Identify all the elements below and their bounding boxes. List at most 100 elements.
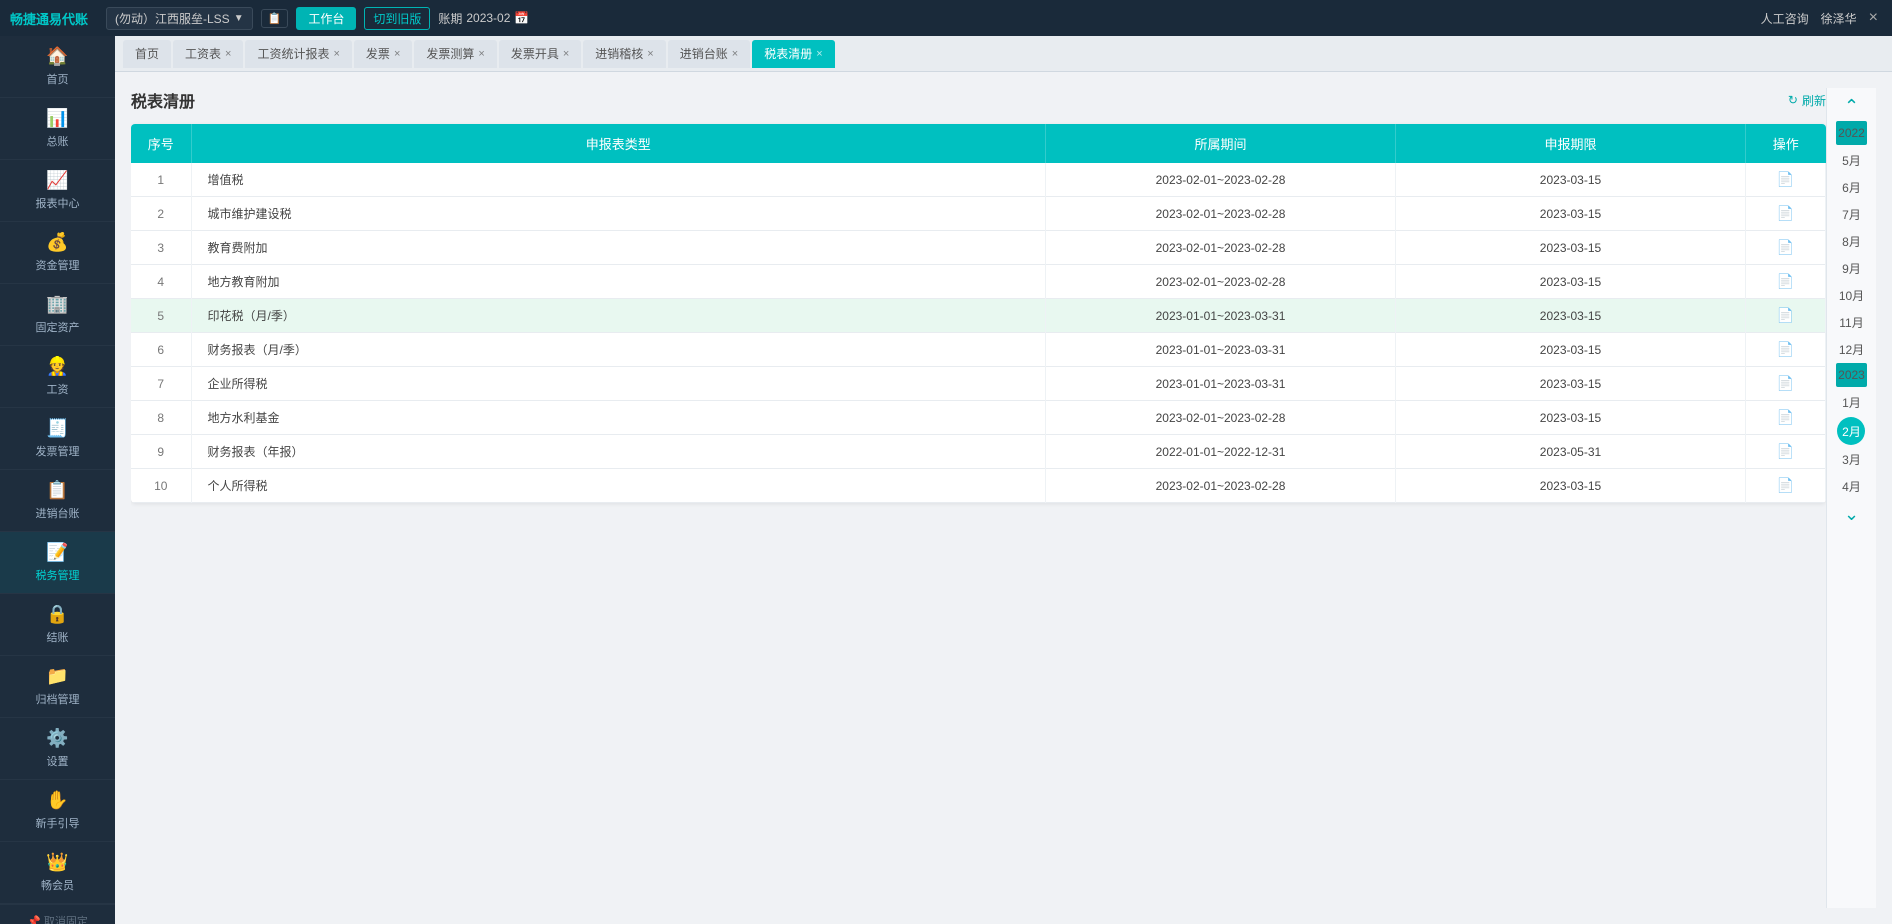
cell-action-6[interactable]: 📄 xyxy=(1746,367,1826,401)
cell-action-1[interactable]: 📄 xyxy=(1746,197,1826,231)
action-icon-0[interactable]: 📄 xyxy=(1777,171,1794,187)
action-icon-5[interactable]: 📄 xyxy=(1777,341,1794,357)
month-9月[interactable]: 9月 xyxy=(1836,255,1867,282)
table-row: 8 地方水利基金 2023-02-01~2023-02-28 2023-03-1… xyxy=(131,401,1826,435)
cell-action-2[interactable]: 📄 xyxy=(1746,231,1826,265)
month-10月[interactable]: 10月 xyxy=(1836,282,1867,309)
cell-action-5[interactable]: 📄 xyxy=(1746,333,1826,367)
cell-action-3[interactable]: 📄 xyxy=(1746,265,1826,299)
chevron-down-icon: ▼ xyxy=(234,13,244,24)
sidebar-item-tax[interactable]: 📝税务管理 xyxy=(0,532,115,594)
month-3月[interactable]: 3月 xyxy=(1836,446,1867,473)
sidebar-item-invoice-mgmt[interactable]: 🧾发票管理 xyxy=(0,408,115,470)
tab-close-purchase-check[interactable]: × xyxy=(647,48,653,60)
year-2022-label: 2022 xyxy=(1836,121,1867,145)
cell-action-8[interactable]: 📄 xyxy=(1746,435,1826,469)
tab-purchase-ledger[interactable]: 进销台账 × xyxy=(668,40,750,68)
cell-type-4: 印花税（月/季） xyxy=(191,299,1046,333)
sidebar-item-ledger[interactable]: 📊总账 xyxy=(0,98,115,160)
sidebar-item-reports[interactable]: 📈报表中心 xyxy=(0,160,115,222)
member-icon: 👑 xyxy=(46,852,68,873)
switch-old-button[interactable]: 切到旧版 xyxy=(364,7,430,30)
table-header-row: 序号 申报表类型 所属期间 申报期限 操作 xyxy=(131,124,1826,163)
cell-action-9[interactable]: 📄 xyxy=(1746,469,1826,503)
invoice-mgmt-icon: 🧾 xyxy=(46,418,68,439)
month-6月[interactable]: 6月 xyxy=(1836,174,1867,201)
tab-invoice-open[interactable]: 发票开具× xyxy=(499,40,581,68)
cell-type-5: 财务报表（月/季） xyxy=(191,333,1046,367)
month-1月[interactable]: 1月 xyxy=(1836,389,1867,416)
tab-close-payroll-report[interactable]: × xyxy=(333,48,339,60)
month-12月[interactable]: 12月 xyxy=(1836,336,1867,363)
cell-deadline-3: 2023-03-15 xyxy=(1396,265,1746,299)
sidebar-item-member[interactable]: 👑畅会员 xyxy=(0,842,115,904)
cell-no-1: 2 xyxy=(131,197,191,231)
human-consult[interactable]: 人工咨询 xyxy=(1761,10,1809,27)
action-icon-4[interactable]: 📄 xyxy=(1777,307,1794,323)
action-icon-2[interactable]: 📄 xyxy=(1777,239,1794,255)
action-icon-1[interactable]: 📄 xyxy=(1777,205,1794,221)
action-icon-7[interactable]: 📄 xyxy=(1777,409,1794,425)
tab-label-purchase-ledger: 进销台账 xyxy=(680,45,728,62)
calendar-down-icon[interactable]: ⌄ xyxy=(1840,500,1863,529)
sidebar-unpin-button[interactable]: 📌 取消固定 xyxy=(0,904,115,924)
sidebar-item-payroll[interactable]: 👷工资 xyxy=(0,346,115,408)
tab-invoice-check[interactable]: 发票测算× xyxy=(414,40,496,68)
cell-type-1: 城市维护建设税 xyxy=(191,197,1046,231)
sidebar-item-archive[interactable]: 📁归档管理 xyxy=(0,656,115,718)
close-icon: 🔒 xyxy=(46,604,68,625)
cell-no-8: 9 xyxy=(131,435,191,469)
cell-action-4[interactable]: 📄 xyxy=(1746,299,1826,333)
sidebar-item-purchase[interactable]: 📋进销台账 xyxy=(0,470,115,532)
sidebar-item-assets[interactable]: 🏢固定资产 xyxy=(0,284,115,346)
sidebar-item-fund[interactable]: 💰资金管理 xyxy=(0,222,115,284)
month-8月[interactable]: 8月 xyxy=(1836,228,1867,255)
cell-no-2: 3 xyxy=(131,231,191,265)
copy-button[interactable]: 📋 xyxy=(261,9,289,28)
period-display: 账期 2023-02 📅 xyxy=(438,10,529,27)
sidebar-item-close[interactable]: 🔒结账 xyxy=(0,594,115,656)
content-area: 首页工资表×工资统计报表×发票×发票测算×发票开具×进销稽核×进销台账×税表清册… xyxy=(115,36,1892,924)
action-icon-3[interactable]: 📄 xyxy=(1777,273,1794,289)
sidebar-item-home[interactable]: 🏠首页 xyxy=(0,36,115,98)
calendar-icon: 📅 xyxy=(514,11,529,25)
tab-close-invoice-open[interactable]: × xyxy=(563,48,569,60)
tab-invoice[interactable]: 发票× xyxy=(354,40,412,68)
refresh-button[interactable]: ↻ 刷新 xyxy=(1788,92,1826,109)
tab-close-invoice[interactable]: × xyxy=(394,48,400,60)
tab-payroll[interactable]: 工资表× xyxy=(173,40,243,68)
user-name: 徐泽华 xyxy=(1821,10,1857,27)
action-icon-6[interactable]: 📄 xyxy=(1777,375,1794,391)
home-icon: 🏠 xyxy=(46,46,68,67)
calendar-up-icon[interactable]: ⌃ xyxy=(1840,92,1863,121)
action-icon-8[interactable]: 📄 xyxy=(1777,443,1794,459)
app-logo: 畅捷通易代账 xyxy=(10,9,88,28)
company-selector[interactable]: (勿动）江西服垒-LSS ▼ xyxy=(106,7,253,30)
tab-payroll-report[interactable]: 工资统计报表× xyxy=(245,40,351,68)
tab-close-purchase-ledger[interactable]: × xyxy=(732,48,738,60)
tab-close-invoice-check[interactable]: × xyxy=(478,48,484,60)
month-2月[interactable]: 2月 xyxy=(1837,417,1865,445)
month-4月[interactable]: 4月 xyxy=(1836,473,1867,500)
tab-home[interactable]: 首页 xyxy=(123,40,171,68)
col-no: 序号 xyxy=(131,124,191,163)
cell-period-4: 2023-01-01~2023-03-31 xyxy=(1046,299,1396,333)
month-5月[interactable]: 5月 xyxy=(1836,147,1867,174)
cell-type-8: 财务报表（年报） xyxy=(191,435,1046,469)
workbench-button[interactable]: 工作台 xyxy=(296,7,356,30)
month-7月[interactable]: 7月 xyxy=(1836,201,1867,228)
sidebar-item-guide[interactable]: ✋新手引导 xyxy=(0,780,115,842)
tab-close-tax-register[interactable]: × xyxy=(816,48,822,60)
close-icon[interactable]: × xyxy=(1865,9,1882,27)
tab-close-payroll[interactable]: × xyxy=(225,48,231,60)
cell-no-0: 1 xyxy=(131,163,191,197)
tab-tax-register[interactable]: 税表清册× xyxy=(752,40,834,68)
sidebar-item-settings[interactable]: ⚙️设置 xyxy=(0,718,115,780)
action-icon-9[interactable]: 📄 xyxy=(1777,477,1794,493)
sidebar: 🏠首页📊总账📈报表中心💰资金管理🏢固定资产👷工资🧾发票管理📋进销台账📝税务管理🔒… xyxy=(0,36,115,924)
month-11月[interactable]: 11月 xyxy=(1836,309,1867,336)
cell-action-0[interactable]: 📄 xyxy=(1746,163,1826,197)
cell-action-7[interactable]: 📄 xyxy=(1746,401,1826,435)
cell-period-1: 2023-02-01~2023-02-28 xyxy=(1046,197,1396,231)
tab-purchase-check[interactable]: 进销稽核× xyxy=(583,40,665,68)
